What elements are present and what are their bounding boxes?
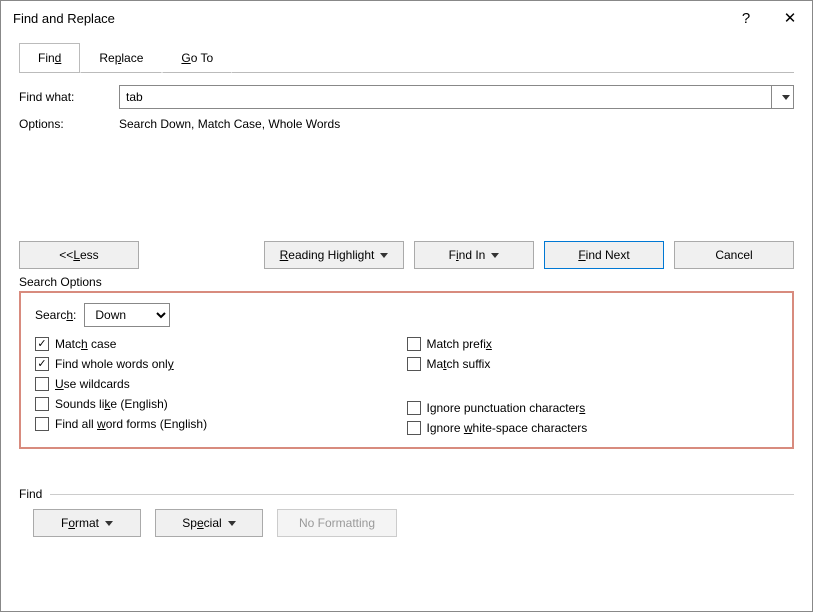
whole-words-checkbox[interactable]: Find whole words only [35, 357, 407, 371]
special-button[interactable]: Special [155, 509, 263, 537]
sounds-like-checkbox[interactable]: Sounds like (English) [35, 397, 407, 411]
match-prefix-checkbox[interactable]: Match prefix [407, 337, 779, 351]
checkbox-icon [407, 401, 421, 415]
divider [50, 494, 794, 495]
search-options-label: Search Options [19, 275, 794, 289]
checkbox-icon [35, 397, 49, 411]
find-replace-dialog: Find and Replace ? ✕ Find Replace Go To … [0, 0, 813, 612]
checkbox-icon [407, 421, 421, 435]
word-forms-checkbox[interactable]: Find all word forms (English) [35, 417, 407, 431]
find-next-button[interactable]: Find Next [544, 241, 664, 269]
ignore-whitespace-checkbox[interactable]: Ignore white-space characters [407, 421, 779, 435]
caret-down-icon [105, 521, 113, 526]
options-summary: Search Down, Match Case, Whole Words [119, 117, 340, 131]
match-case-checkbox[interactable]: Match case [35, 337, 407, 351]
checkbox-icon [35, 377, 49, 391]
find-section-label: Find [19, 487, 42, 501]
search-options-panel: Search: Down Match case Find whole words… [19, 291, 794, 449]
dialog-title: Find and Replace [13, 11, 115, 26]
tab-find[interactable]: Find [19, 43, 80, 73]
checkbox-icon [35, 417, 49, 431]
caret-down-icon [228, 521, 236, 526]
search-direction-label: Search: [35, 308, 76, 322]
tab-strip: Find Replace Go To [19, 43, 794, 73]
checkbox-icon [407, 357, 421, 371]
caret-down-icon [380, 253, 388, 258]
find-what-dropdown[interactable] [771, 86, 793, 108]
checkbox-icon [35, 337, 49, 351]
checkbox-icon [35, 357, 49, 371]
checkbox-icon [407, 337, 421, 351]
use-wildcards-checkbox[interactable]: Use wildcards [35, 377, 407, 391]
find-what-label: Find what: [19, 90, 119, 104]
less-button[interactable]: << Less [19, 241, 139, 269]
tab-goto[interactable]: Go To [162, 43, 232, 73]
format-button[interactable]: Format [33, 509, 141, 537]
reading-highlight-button[interactable]: Reading Highlight [264, 241, 404, 269]
close-button[interactable]: ✕ [768, 3, 812, 33]
chevron-down-icon [782, 95, 790, 100]
caret-down-icon [491, 253, 499, 258]
search-direction-select[interactable]: Down [84, 303, 170, 327]
tab-replace[interactable]: Replace [80, 43, 162, 73]
titlebar: Find and Replace ? ✕ [1, 1, 812, 35]
find-what-field[interactable] [119, 85, 794, 109]
match-suffix-checkbox[interactable]: Match suffix [407, 357, 779, 371]
cancel-button[interactable]: Cancel [674, 241, 794, 269]
help-button[interactable]: ? [724, 3, 768, 33]
no-formatting-button: No Formatting [277, 509, 397, 537]
find-what-input[interactable] [120, 86, 771, 108]
find-in-button[interactable]: Find In [414, 241, 534, 269]
options-label: Options: [19, 117, 119, 131]
ignore-punctuation-checkbox[interactable]: Ignore punctuation characters [407, 401, 779, 415]
